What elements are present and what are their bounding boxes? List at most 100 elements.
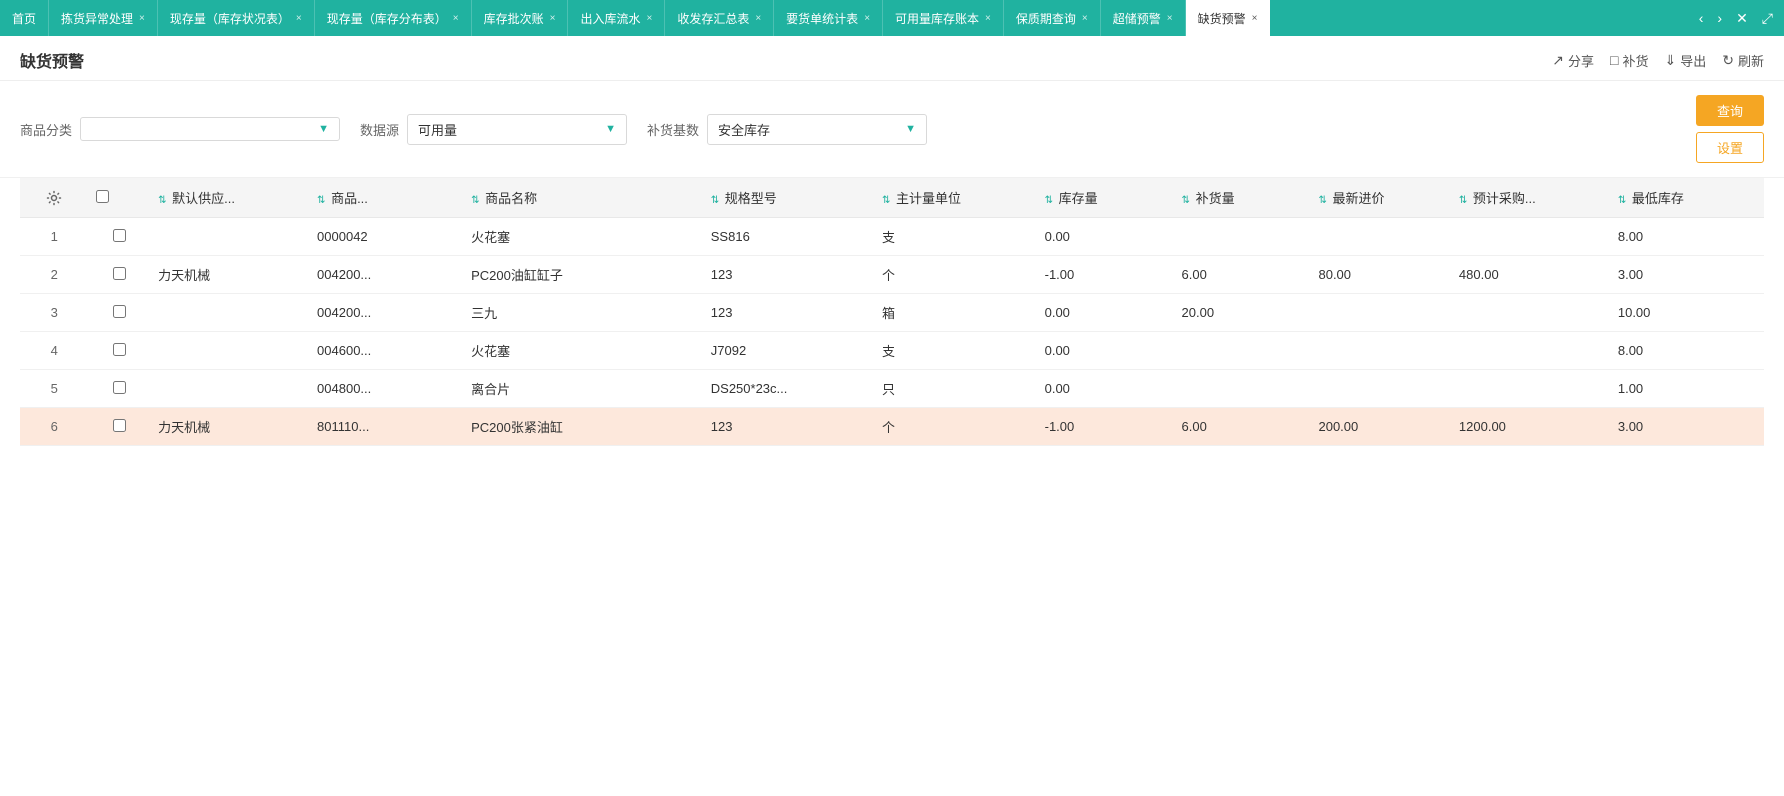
tab-inout-flow[interactable]: 出入库流水 × bbox=[568, 0, 665, 36]
tab-home[interactable]: 首页 bbox=[0, 0, 49, 36]
sort-spec-icon[interactable]: ⇅ bbox=[711, 195, 719, 206]
gear-icon[interactable] bbox=[46, 190, 62, 206]
datasource-select-value: 可用量 bbox=[418, 120, 457, 139]
row-checkbox-4[interactable] bbox=[88, 332, 150, 370]
sort-name-icon[interactable]: ⇅ bbox=[471, 195, 479, 206]
tab-close-demand-stat[interactable]: × bbox=[864, 13, 870, 24]
tab-expiry-query[interactable]: 保质期查询 × bbox=[1004, 0, 1101, 36]
replenish-basis-chevron-icon: ▼ bbox=[905, 123, 916, 135]
share-button[interactable]: ↗ 分享 bbox=[1552, 51, 1594, 70]
category-select[interactable]: ▼ bbox=[80, 117, 340, 141]
row-spec-6: 123 bbox=[703, 408, 874, 446]
tab-prev-button[interactable]: ‹ bbox=[1694, 8, 1709, 28]
row-code-5: 004800... bbox=[309, 370, 463, 408]
row-supplier-2: 力天机械 bbox=[150, 256, 309, 294]
sort-supplier-icon[interactable]: ⇅ bbox=[158, 195, 166, 206]
row-replenish-6: 6.00 bbox=[1174, 408, 1311, 446]
tab-close-expiry-query[interactable]: × bbox=[1082, 13, 1088, 24]
row-select-2[interactable] bbox=[113, 267, 126, 280]
header-checkbox bbox=[88, 178, 150, 218]
sort-replenish-icon[interactable]: ⇅ bbox=[1182, 195, 1190, 206]
row-supplier-6: 力天机械 bbox=[150, 408, 309, 446]
row-spec-4: J7092 bbox=[703, 332, 874, 370]
tab-next-button[interactable]: › bbox=[1712, 8, 1727, 28]
tab-available-ledger[interactable]: 可用量库存账本 × bbox=[883, 0, 1004, 36]
tab-current-status[interactable]: 现存量（库存状况表） × bbox=[158, 0, 315, 36]
row-stock-1: 0.00 bbox=[1037, 218, 1174, 256]
select-all-checkbox[interactable] bbox=[96, 190, 109, 203]
row-min-stock-6: 3.00 bbox=[1610, 408, 1764, 446]
tab-close-shortage-warning[interactable]: × bbox=[1252, 13, 1258, 24]
row-replenish-4 bbox=[1174, 332, 1311, 370]
sort-forecast-icon[interactable]: ⇅ bbox=[1459, 195, 1467, 206]
table-row: 3 004200... 三九 123 箱 0.00 20.00 10.00 bbox=[20, 294, 1764, 332]
tab-close-available-ledger[interactable]: × bbox=[985, 13, 991, 24]
row-checkbox-5[interactable] bbox=[88, 370, 150, 408]
tab-expand-button[interactable]: ⤢ bbox=[1757, 8, 1778, 29]
export-icon: ⇓ bbox=[1665, 52, 1677, 69]
header-min-stock: ⇅ 最低库存 bbox=[1610, 178, 1764, 218]
filter-area: 商品分类 ▼ 数据源 可用量 ▼ 补货基数 安全库存 ▼ 查询 设置 bbox=[0, 81, 1784, 178]
row-select-4[interactable] bbox=[113, 343, 126, 356]
tab-close-inout-flow[interactable]: × bbox=[646, 13, 652, 24]
tab-close-all-button[interactable]: ✕ bbox=[1731, 8, 1753, 29]
datasource-select[interactable]: 可用量 ▼ bbox=[407, 114, 627, 145]
row-unit-3: 箱 bbox=[874, 294, 1037, 332]
tab-shortage-warning[interactable]: 缺货预警 × bbox=[1186, 0, 1271, 36]
sort-minstock-icon[interactable]: ⇅ bbox=[1618, 195, 1626, 206]
tab-receipt-summary[interactable]: 收发存汇总表 × bbox=[665, 0, 774, 36]
row-min-stock-2: 3.00 bbox=[1610, 256, 1764, 294]
tab-close-current-dist[interactable]: × bbox=[453, 13, 459, 24]
tab-close-receipt-summary[interactable]: × bbox=[755, 13, 761, 24]
sort-price-icon[interactable]: ⇅ bbox=[1318, 195, 1326, 206]
tab-close-overstock-warning[interactable]: × bbox=[1167, 13, 1173, 24]
refresh-button[interactable]: ↻ 刷新 bbox=[1722, 51, 1764, 70]
row-spec-3: 123 bbox=[703, 294, 874, 332]
row-unit-2: 个 bbox=[874, 256, 1037, 294]
table-row: 6 力天机械 801110... PC200张紧油缸 123 个 -1.00 6… bbox=[20, 408, 1764, 446]
row-name-1: 火花塞 bbox=[463, 218, 703, 256]
row-select-1[interactable] bbox=[113, 229, 126, 242]
tab-current-dist[interactable]: 现存量（库存分布表） × bbox=[315, 0, 472, 36]
row-latest-price-2: 80.00 bbox=[1310, 256, 1450, 294]
tab-abnormal[interactable]: 拣货异常处理 × bbox=[49, 0, 158, 36]
row-forecast-purchase-4 bbox=[1451, 332, 1610, 370]
row-checkbox-6[interactable] bbox=[88, 408, 150, 446]
row-select-6[interactable] bbox=[113, 419, 126, 432]
sort-unit-icon[interactable]: ⇅ bbox=[882, 195, 890, 206]
row-checkbox-1[interactable] bbox=[88, 218, 150, 256]
filter-actions: 查询 设置 bbox=[1696, 95, 1764, 163]
tab-overstock-warning[interactable]: 超储预警 × bbox=[1101, 0, 1186, 36]
sort-stock-icon[interactable]: ⇅ bbox=[1045, 195, 1053, 206]
datasource-chevron-icon: ▼ bbox=[605, 123, 616, 135]
row-checkbox-3[interactable] bbox=[88, 294, 150, 332]
row-select-3[interactable] bbox=[113, 305, 126, 318]
replenish-button[interactable]: □ 补货 bbox=[1610, 51, 1648, 70]
row-code-6: 801110... bbox=[309, 408, 463, 446]
tab-demand-stat[interactable]: 要货单统计表 × bbox=[774, 0, 883, 36]
replenish-basis-select[interactable]: 安全库存 ▼ bbox=[707, 114, 927, 145]
export-button[interactable]: ⇓ 导出 bbox=[1665, 51, 1707, 70]
tab-batch-account[interactable]: 库存批次账 × bbox=[472, 0, 569, 36]
row-name-2: PC200油缸缸子 bbox=[463, 256, 703, 294]
row-select-5[interactable] bbox=[113, 381, 126, 394]
tab-bar: 首页 拣货异常处理 × 现存量（库存状况表） × 现存量（库存分布表） × 库存… bbox=[0, 0, 1784, 36]
tab-close-batch-account[interactable]: × bbox=[550, 13, 556, 24]
row-code-4: 004600... bbox=[309, 332, 463, 370]
row-number-6: 6 bbox=[20, 408, 88, 446]
sort-code-icon[interactable]: ⇅ bbox=[317, 195, 325, 206]
replenish-basis-value: 安全库存 bbox=[718, 120, 770, 139]
row-checkbox-2[interactable] bbox=[88, 256, 150, 294]
row-supplier-3 bbox=[150, 294, 309, 332]
tab-close-current-status[interactable]: × bbox=[296, 13, 302, 24]
row-forecast-purchase-2: 480.00 bbox=[1451, 256, 1610, 294]
page-container: 缺货预警 ↗ 分享 □ 补货 ⇓ 导出 ↻ 刷新 商品分类 bbox=[0, 36, 1784, 796]
replenish-basis-label: 补货基数 bbox=[647, 120, 699, 139]
category-chevron-icon: ▼ bbox=[318, 123, 329, 135]
share-icon: ↗ bbox=[1552, 52, 1564, 69]
query-button[interactable]: 查询 bbox=[1696, 95, 1764, 126]
tab-close-abnormal[interactable]: × bbox=[139, 13, 145, 24]
row-name-5: 离合片 bbox=[463, 370, 703, 408]
row-forecast-purchase-1 bbox=[1451, 218, 1610, 256]
settings-button[interactable]: 设置 bbox=[1696, 132, 1764, 163]
